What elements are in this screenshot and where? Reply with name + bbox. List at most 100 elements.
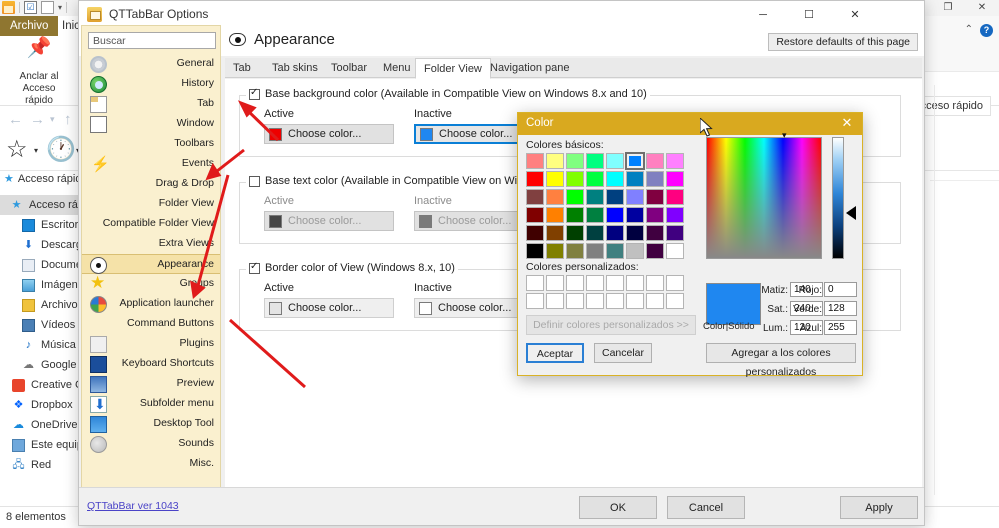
base-background-color-checkbox[interactable]: [249, 87, 260, 100]
tab-tab-skins[interactable]: Tab skins: [264, 58, 326, 78]
properties-icon[interactable]: ☑: [24, 1, 37, 14]
explorer-home-icon[interactable]: [2, 1, 15, 14]
ok-button[interactable]: OK: [579, 496, 657, 519]
sidebar-item-preview[interactable]: Preview: [82, 374, 220, 394]
basic-color-swatch[interactable]: [606, 225, 624, 241]
forward-icon[interactable]: →: [30, 111, 45, 128]
help-icon[interactable]: ?: [980, 24, 993, 37]
basic-color-swatch[interactable]: [625, 152, 645, 170]
basic-color-swatch[interactable]: [526, 243, 544, 259]
up-icon[interactable]: ↑: [64, 111, 72, 128]
active-choose-color-button[interactable]: Choose color...: [264, 298, 394, 318]
basic-color-swatch[interactable]: [566, 243, 584, 259]
sidebar-item-command-buttons[interactable]: Command Buttons: [82, 314, 220, 334]
basic-color-swatch[interactable]: [606, 243, 624, 259]
border-color-checkbox-row[interactable]: Border color of View (Windows 8.x, 10): [246, 261, 458, 274]
basic-color-swatch[interactable]: [546, 153, 564, 169]
chevron-down-icon[interactable]: ▾: [58, 3, 62, 12]
basic-color-swatch[interactable]: [626, 243, 644, 259]
close-icon[interactable]: ✕: [838, 115, 856, 131]
custom-color-swatch[interactable]: [606, 275, 624, 291]
custom-colors-grid[interactable]: [526, 275, 684, 309]
green-field[interactable]: 128: [824, 301, 857, 316]
sidebar-item-history[interactable]: History: [82, 74, 220, 94]
recent-locations-icon[interactable]: ▾: [50, 114, 55, 125]
search-input[interactable]: Buscar: [88, 32, 216, 49]
basic-color-swatch[interactable]: [586, 189, 604, 205]
basic-color-swatch[interactable]: [586, 243, 604, 259]
luminosity-slider[interactable]: [832, 137, 844, 259]
tab-tab[interactable]: Tab: [225, 58, 259, 78]
cancel-button[interactable]: Cancel: [667, 496, 745, 519]
sidebar-item-appearance[interactable]: Appearance: [82, 254, 220, 274]
basic-color-swatch[interactable]: [646, 243, 664, 259]
basic-color-swatch[interactable]: [606, 207, 624, 223]
version-link[interactable]: QTTabBar ver 1043: [87, 500, 179, 512]
custom-color-swatch[interactable]: [646, 293, 664, 309]
tab-folder-view[interactable]: Folder View: [415, 58, 491, 79]
basic-color-swatch[interactable]: [606, 153, 624, 169]
apply-button[interactable]: Apply: [840, 496, 918, 519]
basic-color-swatch[interactable]: [546, 243, 564, 259]
red-field[interactable]: 0: [824, 282, 857, 297]
custom-color-swatch[interactable]: [606, 293, 624, 309]
sidebar-item-sounds[interactable]: Sounds: [82, 434, 220, 454]
basic-color-swatch[interactable]: [666, 153, 684, 169]
add-custom-colors-button[interactable]: Agregar a los colores personalizados: [706, 343, 856, 378]
basic-color-swatch[interactable]: [526, 225, 544, 241]
sidebar-item-compatible-folder-view[interactable]: Compatible Folder View: [82, 214, 220, 234]
color-gradient-picker[interactable]: [706, 137, 822, 259]
luminosity-slider-handle[interactable]: [846, 206, 856, 220]
base-background-color-checkbox-row[interactable]: Base background color (Available in Comp…: [246, 87, 650, 100]
custom-color-swatch[interactable]: [626, 275, 644, 291]
basic-color-swatch[interactable]: [626, 171, 644, 187]
basic-color-swatch[interactable]: [646, 207, 664, 223]
basic-color-swatch[interactable]: [586, 153, 604, 169]
tab-navigation-pane[interactable]: Navigation pane: [482, 58, 578, 78]
accept-button[interactable]: Aceptar: [526, 343, 584, 363]
basic-color-swatch[interactable]: [586, 225, 604, 241]
basic-color-swatch[interactable]: [526, 153, 544, 169]
custom-color-swatch[interactable]: [526, 275, 544, 291]
basic-color-swatch[interactable]: [586, 171, 604, 187]
favorites-star-icon[interactable]: ☆: [6, 135, 28, 165]
explorer-restore-button[interactable]: ❐: [931, 0, 965, 16]
back-icon[interactable]: ←: [8, 111, 23, 128]
basic-color-swatch[interactable]: [546, 171, 564, 187]
define-custom-colors-button[interactable]: Definir colores personalizados >>: [526, 315, 696, 335]
basic-color-swatch[interactable]: [546, 225, 564, 241]
basic-color-swatch[interactable]: [646, 171, 664, 187]
custom-color-swatch[interactable]: [586, 275, 604, 291]
basic-color-swatch[interactable]: [646, 225, 664, 241]
sidebar-item-keyboard-shortcuts[interactable]: Keyboard Shortcuts: [82, 354, 220, 374]
tab-menu[interactable]: Menu: [375, 58, 419, 78]
custom-color-swatch[interactable]: [626, 293, 644, 309]
custom-color-swatch[interactable]: [666, 293, 684, 309]
breadcrumb[interactable]: ★ Acceso rápido: [4, 172, 88, 186]
basic-colors-grid[interactable]: [526, 152, 684, 259]
sidebar-item-misc[interactable]: Misc.: [82, 454, 220, 474]
basic-color-swatch[interactable]: [566, 171, 584, 187]
custom-color-swatch[interactable]: [526, 293, 544, 309]
sidebar-item-drag-drop[interactable]: Drag & Drop: [82, 174, 220, 194]
basic-color-swatch[interactable]: [606, 189, 624, 205]
basic-color-swatch[interactable]: [526, 207, 544, 223]
custom-color-swatch[interactable]: [546, 293, 564, 309]
basic-color-swatch[interactable]: [626, 189, 644, 205]
custom-color-swatch[interactable]: [566, 275, 584, 291]
active-choose-color-button[interactable]: Choose color...: [264, 211, 394, 231]
basic-color-swatch[interactable]: [546, 207, 564, 223]
explorer-window-buttons[interactable]: ❐ ✕: [931, 0, 999, 16]
custom-color-swatch[interactable]: [666, 275, 684, 291]
sidebar-item-plugins[interactable]: Plugins: [82, 334, 220, 354]
basic-color-swatch[interactable]: [566, 189, 584, 205]
custom-color-swatch[interactable]: [566, 293, 584, 309]
cancel-button[interactable]: Cancelar: [594, 343, 652, 363]
basic-color-swatch[interactable]: [666, 189, 684, 205]
basic-color-swatch[interactable]: [566, 207, 584, 223]
custom-color-swatch[interactable]: [646, 275, 664, 291]
basic-color-swatch[interactable]: [646, 153, 664, 169]
active-choose-color-button[interactable]: Choose color...: [264, 124, 394, 144]
basic-color-swatch[interactable]: [586, 207, 604, 223]
basic-color-swatch[interactable]: [606, 171, 624, 187]
